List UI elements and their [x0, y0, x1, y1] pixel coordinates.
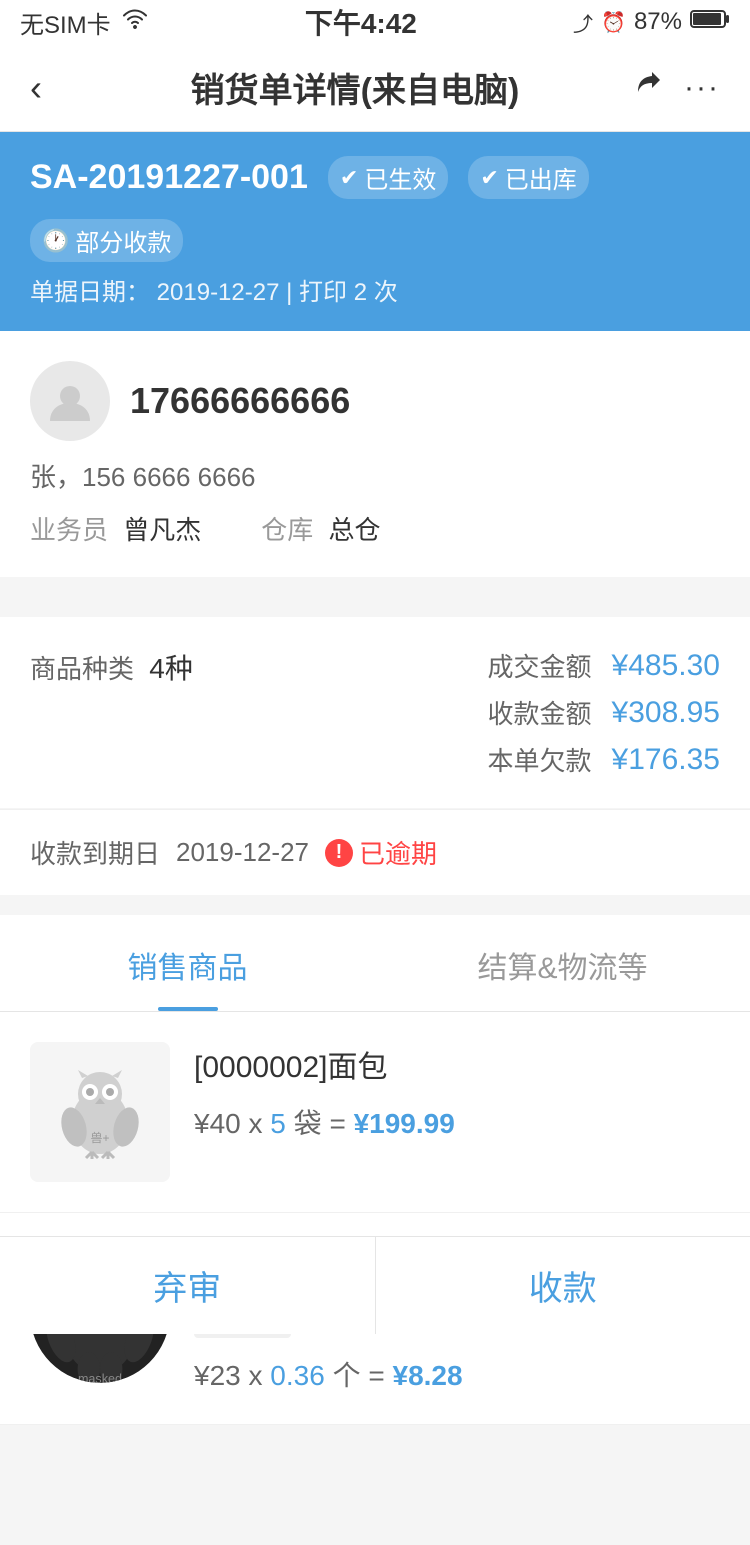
share-icon[interactable] [632, 68, 664, 107]
price-base-2: ¥23 [194, 1360, 241, 1391]
amount-label: 成交金额 [488, 647, 592, 684]
avatar [30, 361, 110, 441]
customer-info-row: 17666666666 [30, 361, 720, 441]
customer-name-phone: 张，156 6666 6666 [30, 457, 720, 494]
clock-icon: 🕐 [42, 228, 69, 254]
back-button[interactable]: ‹ [30, 67, 90, 109]
product-name-1: [0000002]面包 [194, 1042, 720, 1086]
check-icon-1: ✔ [340, 165, 358, 191]
carrier-text: 无SIM卡 [20, 5, 111, 40]
due-date-label: 收款到期日 [30, 834, 160, 871]
sales-label: 业务员 [30, 515, 108, 545]
product-image-1: 兽+ [30, 1042, 170, 1182]
status-effective: ✔ 已生效 [328, 156, 448, 199]
sales-info: 业务员 曾凡杰 [30, 510, 201, 547]
location-icon: ⤴ [573, 8, 593, 37]
svg-text:masked: masked [78, 1372, 122, 1383]
order-header: SA-20191227-001 ✔ 已生效 ✔ 已出库 🕐 部分收款 单据日期：… [0, 132, 750, 331]
price-unit-2: 个 [333, 1360, 361, 1391]
price-base-1: ¥40 [194, 1108, 241, 1139]
status-partial-payment: 🕐 部分收款 [30, 219, 183, 262]
more-icon[interactable]: ··· [684, 71, 720, 105]
battery-icon [690, 8, 730, 37]
price-unit-1: 袋 [294, 1108, 322, 1139]
status-time: 下午4:42 [305, 2, 417, 42]
divider-1 [0, 597, 750, 617]
price-qty-1: 5 [270, 1108, 286, 1139]
order-date: 2019-12-27 [157, 279, 280, 306]
print-unit: 次 [374, 279, 398, 306]
tab-settlement[interactable]: 结算&物流等 [375, 915, 750, 1011]
warehouse-value: 总仓 [329, 515, 381, 545]
due-label: 本单欠款 [488, 741, 592, 778]
warehouse-info: 仓库 总仓 [261, 510, 380, 547]
customer-meta: 业务员 曾凡杰 仓库 总仓 [30, 510, 720, 547]
received-row: 收款金额 ¥308.95 [488, 694, 720, 731]
page-title: 销货单详情(来自电脑) [90, 63, 620, 112]
cancel-button[interactable]: 弃审 [0, 1237, 376, 1334]
products-list: 兽+ [0000002]面包 ¥40 x 5 袋 = ¥199.99 [0, 1012, 750, 1425]
status-right: ⤴ ⏰ 87% [573, 8, 730, 37]
due-value: ¥176.35 [612, 743, 720, 777]
product-price-2: ¥23 x 0.36 个 = ¥8.28 [194, 1354, 720, 1394]
confirm-button[interactable]: 收款 [376, 1237, 750, 1334]
customer-section: 17666666666 张，156 6666 6666 业务员 曾凡杰 仓库 总… [0, 331, 750, 577]
overdue-text: 已逾期 [359, 834, 437, 871]
status-shipped: ✔ 已出库 [468, 156, 588, 199]
customer-phone[interactable]: 17666666666 [130, 380, 350, 422]
amount-row: 成交金额 ¥485.30 [488, 647, 720, 684]
stats-section: 商品种类 4种 成交金额 ¥485.30 收款金额 ¥308.95 本单欠款 ¥… [0, 617, 750, 808]
order-date-row: 单据日期： 2019-12-27 | 打印 2 次 [30, 272, 720, 307]
type-value: 4种 [149, 653, 193, 684]
due-row: 本单欠款 ¥176.35 [488, 741, 720, 778]
overdue-badge: ! 已逾期 [325, 834, 437, 871]
tabs: 销售商品 结算&物流等 [0, 915, 750, 1012]
status-bar: 无SIM卡 下午4:42 ⤴ ⏰ 87% [0, 0, 750, 44]
bottom-bar: 弃审 收款 [0, 1236, 750, 1334]
order-status-row: SA-20191227-001 ✔ 已生效 ✔ 已出库 🕐 部分收款 [30, 156, 720, 262]
check-icon-2: ✔ [480, 165, 498, 191]
received-label: 收款金额 [488, 694, 592, 731]
overdue-icon: ! [325, 839, 353, 867]
price-total-2: ¥8.28 [393, 1360, 463, 1391]
wifi-icon [121, 8, 149, 36]
svg-text:兽+: 兽+ [90, 1131, 109, 1145]
tab-sales-products[interactable]: 销售商品 [0, 915, 375, 1011]
date-label: 单据日期： [30, 279, 150, 306]
financial-stats: 成交金额 ¥485.30 收款金额 ¥308.95 本单欠款 ¥176.35 [488, 647, 720, 778]
print-count: 2 [354, 279, 367, 306]
nav-bar: ‹ 销货单详情(来自电脑) ··· [0, 44, 750, 132]
price-total-1: ¥199.99 [354, 1108, 455, 1139]
product-price-1: ¥40 x 5 袋 = ¥199.99 [194, 1102, 720, 1142]
bottom-padding [0, 1425, 750, 1545]
warehouse-label: 仓库 [261, 515, 313, 545]
product-info-1: [0000002]面包 ¥40 x 5 袋 = ¥199.99 [194, 1042, 720, 1142]
due-date-value: 2019-12-27 [176, 837, 309, 868]
print-label: | 打印 [286, 279, 347, 306]
type-label: 商品种类 [30, 654, 134, 684]
nav-actions: ··· [620, 68, 720, 107]
sales-value: 曾凡杰 [123, 515, 201, 545]
amount-value: ¥485.30 [612, 649, 720, 683]
battery-text: 87% [634, 8, 682, 36]
product-count: 商品种类 4种 [30, 647, 193, 687]
due-date-section: 收款到期日 2019-12-27 ! 已逾期 [0, 809, 750, 895]
status-left: 无SIM卡 [20, 5, 149, 40]
order-id: SA-20191227-001 [30, 158, 308, 197]
product-item: 兽+ [0000002]面包 ¥40 x 5 袋 = ¥199.99 [0, 1012, 750, 1213]
price-qty-2: 0.36 [270, 1360, 325, 1391]
alarm-icon: ⏰ [601, 10, 626, 35]
received-value: ¥308.95 [612, 696, 720, 730]
